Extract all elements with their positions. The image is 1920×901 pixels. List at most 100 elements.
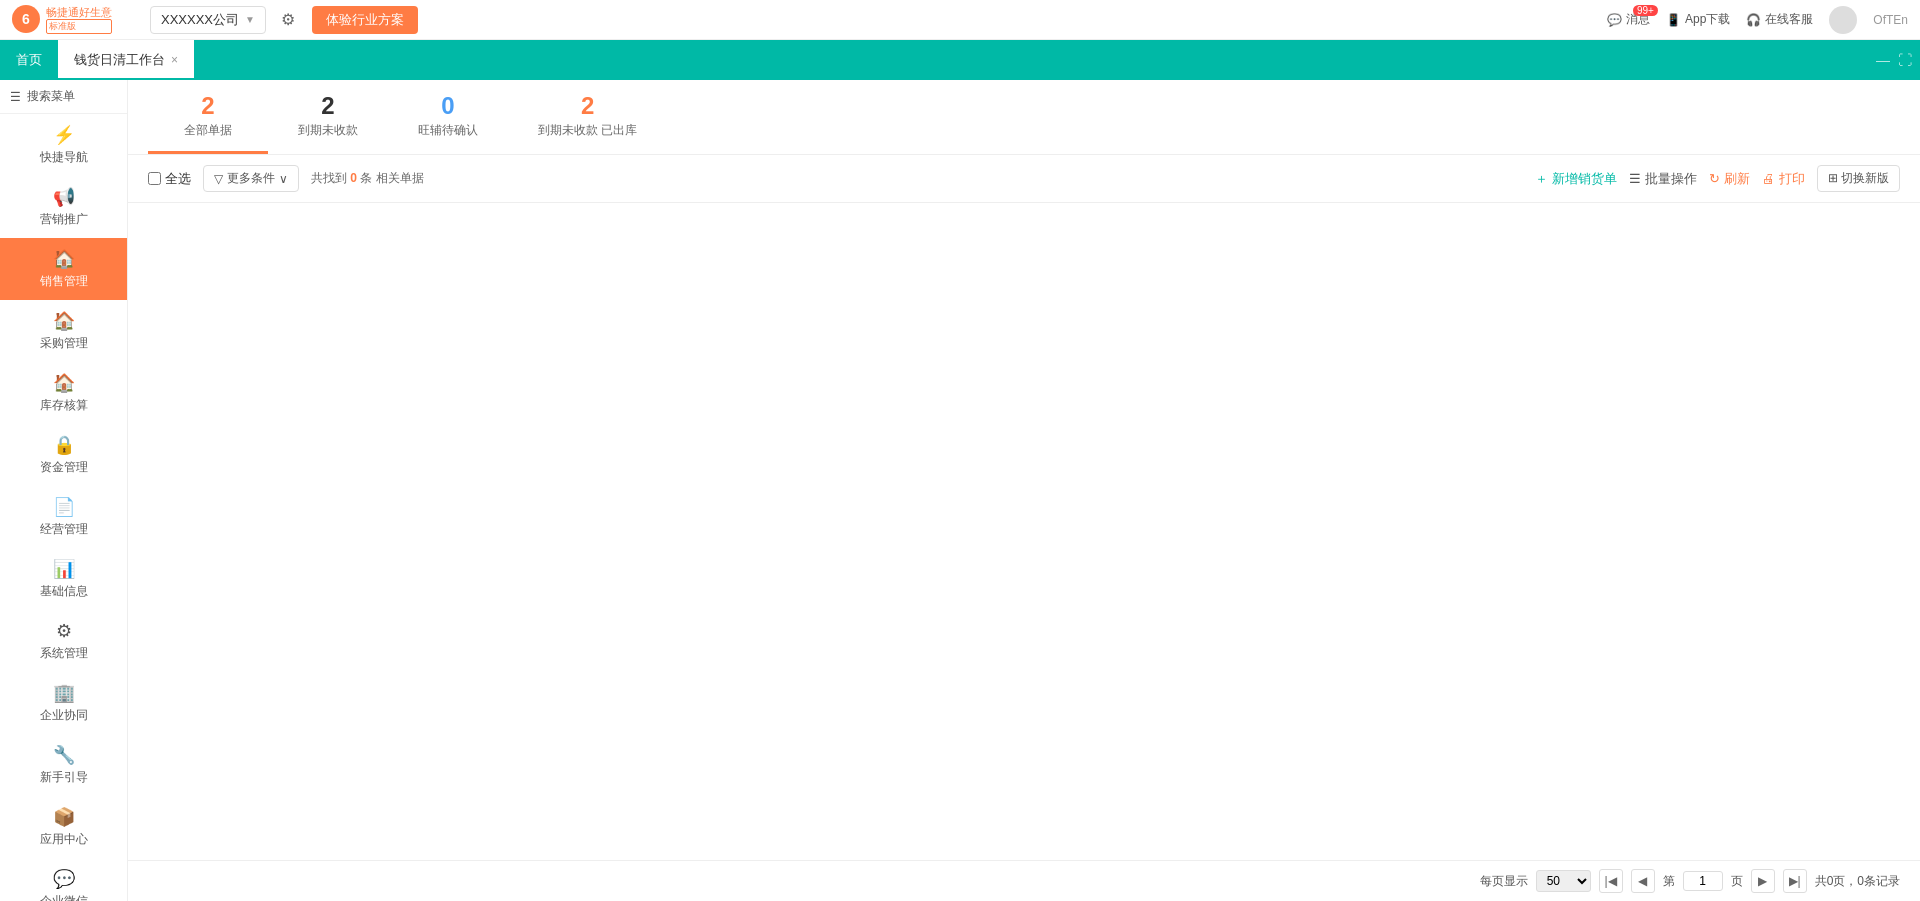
stat-tab-all[interactable]: 2 全部单据	[148, 80, 268, 154]
close-tab-icon[interactable]: ×	[171, 53, 178, 67]
trial-button[interactable]: 体验行业方案	[312, 6, 418, 34]
batch-operation-button[interactable]: ☰ 批量操作	[1629, 170, 1697, 188]
search-menu-icon: ☰	[10, 90, 21, 104]
tab-active[interactable]: 钱货日清工作台 ×	[58, 40, 194, 80]
next-page-button[interactable]: ▶	[1751, 869, 1775, 893]
window-controls: — ⛶	[1876, 52, 1920, 68]
sidebar-item-inventory[interactable]: 🏠 库存核算	[0, 362, 127, 424]
switch-label: 切换新版	[1841, 171, 1889, 185]
stat-count-overdue-shipped: 2	[581, 92, 594, 120]
enterprise-icon: 🏢	[53, 682, 75, 704]
content-area: 2 全部单据 2 到期未收款 0 旺辅待确认 2 到期未收款 已出库 全选	[128, 80, 1920, 901]
maximize-icon[interactable]: ⛶	[1898, 52, 1912, 68]
toolbar-right: ＋ 新增销货单 ☰ 批量操作 ↻ 刷新 🖨 打印 ⊞ 切换新版	[1535, 165, 1900, 192]
headset-icon: 🎧	[1746, 13, 1761, 27]
message-icon: 💬	[1607, 13, 1622, 27]
company-name: XXXXXX公司	[161, 11, 239, 29]
sidebar-item-wechat[interactable]: 💬 企业微信	[0, 858, 127, 901]
finance-icon: 🔒	[53, 434, 75, 456]
print-button[interactable]: 🖨 打印	[1762, 170, 1805, 188]
print-icon: 🖨	[1762, 171, 1775, 186]
stat-label-overdue-shipped: 到期未收款 已出库	[538, 122, 637, 139]
sidebar: ☰ 搜索菜单 ⚡ 快捷导航 📢 营销推广 🏠 销售管理 🏠 采购管理 🏠 库存核…	[0, 80, 128, 901]
sidebar-item-quick-nav[interactable]: ⚡ 快捷导航	[0, 114, 127, 176]
lightning-icon: ⚡	[53, 124, 75, 146]
total-info: 共0页，0条记录	[1815, 873, 1900, 890]
base-info-icon: 📊	[53, 558, 75, 580]
sidebar-item-sales[interactable]: 🏠 销售管理	[0, 238, 127, 300]
plus-icon: ＋	[1535, 170, 1548, 188]
megaphone-icon: 📢	[53, 186, 75, 208]
top-header: 6 畅捷通好生意 标准版 XXXXXX公司 ▼ ⚙ 体验行业方案 💬 消息 99…	[0, 0, 1920, 40]
sidebar-item-system[interactable]: ⚙ 系统管理	[0, 610, 127, 672]
main-layout: ☰ 搜索菜单 ⚡ 快捷导航 📢 营销推广 🏠 销售管理 🏠 采购管理 🏠 库存核…	[0, 80, 1920, 901]
sidebar-item-enterprise[interactable]: 🏢 企业协同	[0, 672, 127, 734]
found-text: 共找到 0 条 相关单据	[311, 170, 424, 187]
message-badge: 99+	[1633, 5, 1658, 16]
tab-home[interactable]: 首页	[0, 40, 58, 80]
sidebar-item-app-center[interactable]: 📦 应用中心	[0, 796, 127, 858]
logo-text: 畅捷通好生意	[46, 5, 112, 19]
stat-tab-overdue[interactable]: 2 到期未收款	[268, 80, 388, 154]
sidebar-item-finance[interactable]: 🔒 资金管理	[0, 424, 127, 486]
per-page-select[interactable]: 50 100	[1536, 870, 1591, 892]
filter-icon: ▽	[214, 172, 223, 186]
sidebar-item-marketing[interactable]: 📢 营销推广	[0, 176, 127, 238]
print-label: 打印	[1779, 170, 1805, 188]
last-page-button[interactable]: ▶|	[1783, 869, 1807, 893]
purchase-icon: 🏠	[53, 310, 75, 332]
switch-icon: ⊞	[1828, 171, 1838, 185]
stat-label-all: 全部单据	[184, 122, 232, 139]
select-all-input[interactable]	[148, 172, 161, 185]
sidebar-item-base-info[interactable]: 📊 基础信息	[0, 548, 127, 610]
refresh-button[interactable]: ↻ 刷新	[1709, 170, 1750, 188]
online-service-action[interactable]: 🎧 在线客服	[1746, 11, 1813, 28]
refresh-label: 刷新	[1724, 170, 1750, 188]
minimize-icon[interactable]: —	[1876, 52, 1890, 68]
app-download-action[interactable]: 📱 App下载	[1666, 11, 1730, 28]
sidebar-item-purchase[interactable]: 🏠 采购管理	[0, 300, 127, 362]
table-area	[128, 203, 1920, 860]
first-page-button[interactable]: |◀	[1599, 869, 1623, 893]
download-icon: 📱	[1666, 13, 1681, 27]
chevron-down-filter-icon: ∨	[279, 172, 288, 186]
add-sales-order-button[interactable]: ＋ 新增销货单	[1535, 170, 1617, 188]
filter-button[interactable]: ▽ 更多条件 ∨	[203, 165, 299, 192]
pagination: 每页显示 50 100 |◀ ◀ 第 页 ▶ ▶| 共0页，0条记录	[128, 860, 1920, 901]
message-action[interactable]: 💬 消息 99+	[1607, 11, 1650, 28]
refresh-icon: ↻	[1709, 171, 1720, 186]
header-right: 💬 消息 99+ 📱 App下载 🎧 在线客服 OfTEn	[1607, 6, 1908, 34]
found-count: 0	[350, 171, 357, 185]
page-number-input[interactable]	[1683, 871, 1723, 891]
logo-tag: 标准版	[46, 19, 112, 34]
switch-version-button[interactable]: ⊞ 切换新版	[1817, 165, 1900, 192]
stat-tab-wangwang[interactable]: 0 旺辅待确认	[388, 80, 508, 154]
stat-tab-overdue-shipped[interactable]: 2 到期未收款 已出库	[508, 80, 667, 154]
sidebar-item-search-menu[interactable]: ☰ 搜索菜单	[0, 80, 127, 114]
nav-tabs: 首页 钱货日清工作台 × — ⛶	[0, 40, 1920, 80]
logo-icon: 6	[12, 5, 40, 33]
sidebar-item-guide[interactable]: 🔧 新手引导	[0, 734, 127, 796]
wechat-icon: 💬	[53, 868, 75, 890]
username-text: OfTEn	[1873, 13, 1908, 27]
system-icon: ⚙	[56, 620, 72, 642]
sidebar-item-operation[interactable]: 📄 经营管理	[0, 486, 127, 548]
app-center-icon: 📦	[53, 806, 75, 828]
avatar[interactable]	[1829, 6, 1857, 34]
select-all-checkbox[interactable]: 全选	[148, 170, 191, 188]
stats-tabs: 2 全部单据 2 到期未收款 0 旺辅待确认 2 到期未收款 已出库	[128, 80, 1920, 155]
stat-count-overdue: 2	[321, 92, 334, 120]
logo-area: 6 畅捷通好生意 标准版	[12, 5, 140, 34]
filter-label: 更多条件	[227, 170, 275, 187]
inventory-icon: 🏠	[53, 372, 75, 394]
company-selector[interactable]: XXXXXX公司 ▼	[150, 6, 266, 34]
prev-page-button[interactable]: ◀	[1631, 869, 1655, 893]
online-service-label: 在线客服	[1765, 11, 1813, 28]
app-download-label: App下载	[1685, 11, 1730, 28]
add-btn-label: 新增销货单	[1552, 170, 1617, 188]
guide-icon: 🔧	[53, 744, 75, 766]
settings-icon[interactable]: ⚙	[274, 6, 302, 34]
toolbar: 全选 ▽ 更多条件 ∨ 共找到 0 条 相关单据 ＋ 新增销货单 ☰	[128, 155, 1920, 203]
operation-icon: 📄	[53, 496, 75, 518]
stat-count-all: 2	[201, 92, 214, 120]
